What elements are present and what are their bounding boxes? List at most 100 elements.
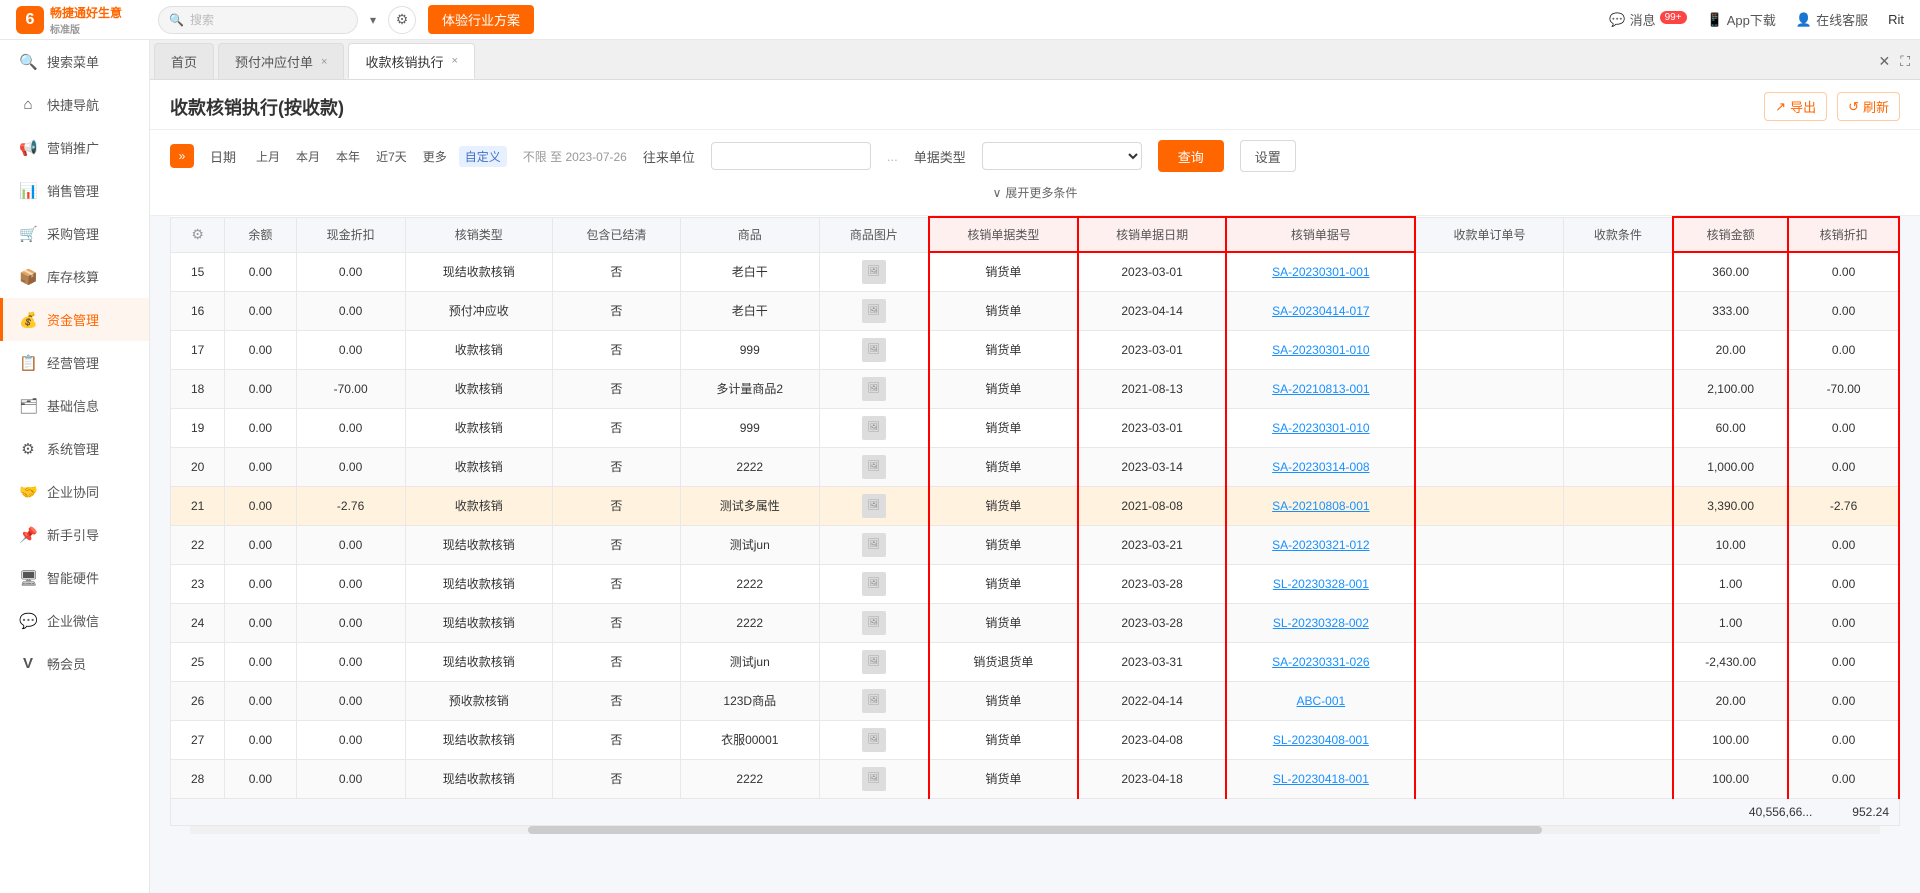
sidebar-item-business[interactable]: 📋 经营管理 [0,341,149,384]
row-product: 多计量商品2 [680,369,819,408]
row-order-no [1415,408,1563,447]
refresh-button[interactable]: ↺ 刷新 [1837,92,1900,121]
row-order-no [1415,252,1563,291]
query-button[interactable]: 查询 [1158,140,1224,172]
last-7days-option[interactable]: 近7天 [372,146,411,167]
row-report-no[interactable]: SA-20230314-008 [1226,447,1415,486]
row-report-no[interactable]: SA-20230301-010 [1226,330,1415,369]
from-unit-input[interactable] [711,142,871,170]
row-report-no[interactable]: SL-20230408-001 [1226,720,1415,759]
row-product: 2222 [680,564,819,603]
row-report-type: 销货单 [929,486,1078,525]
expand-filter-button[interactable]: ∨ 展开更多条件 [985,180,1086,205]
row-cancel-type: 现结收款核销 [405,564,552,603]
this-month-option[interactable]: 本月 [292,146,324,167]
settings-gear[interactable]: ⚙ [388,6,416,34]
sidebar-item-member[interactable]: V 畅会员 [0,642,149,685]
row-report-date: 2021-08-08 [1078,486,1227,525]
tab-close-icon[interactable]: ✕ [1878,53,1890,70]
row-cancel-amount: 2,100.00 [1673,369,1788,408]
row-cancel-amount: 20.00 [1673,330,1788,369]
business-icon: 📋 [19,354,37,372]
messages-item[interactable]: 💬 消息 99+ [1609,10,1686,29]
sidebar-item-system[interactable]: ⚙ 系统管理 [0,427,149,470]
tab-home[interactable]: 首页 [154,43,214,79]
search-dropdown[interactable]: ▾ [370,13,376,27]
sales-icon: 📊 [19,182,37,200]
row-cancel-discount: 0.00 [1788,642,1899,681]
th-cancel-amount: 核销金额 [1673,217,1788,252]
tab-cancel[interactable]: 收款核销执行 × [348,43,474,79]
more-option[interactable]: 更多 [419,146,451,167]
sidebar-item-nav[interactable]: ⌂ 快捷导航 [0,83,149,126]
row-product: 测试jun [680,525,819,564]
table-row: 17 0.00 0.00 收款核销 否 999 🖼 销货单 2023-03-01… [171,330,1900,369]
row-cash-discount: 0.00 [296,447,405,486]
row-order-no [1415,720,1563,759]
row-report-date: 2023-04-14 [1078,291,1227,330]
row-balance: 0.00 [225,252,296,291]
message-label: 消息 [1630,10,1656,29]
row-balance: 0.00 [225,681,296,720]
row-report-no[interactable]: SL-20230418-001 [1226,759,1415,798]
sidebar-item-wechat[interactable]: 💬 企业微信 [0,599,149,642]
row-report-no[interactable]: SA-20210813-001 [1226,369,1415,408]
sidebar-item-hardware[interactable]: 🖥 智能硬件 [0,556,149,599]
row-order-no [1415,681,1563,720]
column-settings-icon[interactable]: ⚙ [191,226,204,242]
sidebar-item-beginner[interactable]: 📌 新手引导 [0,513,149,556]
search-box[interactable]: 🔍 搜索 [158,6,358,34]
sidebar-item-marketing[interactable]: 📢 营销推广 [0,126,149,169]
horizontal-scrollbar[interactable] [190,826,1880,834]
filter-toggle-button[interactable]: » [170,144,194,168]
sidebar-business-label: 经营管理 [47,353,99,372]
sidebar-system-label: 系统管理 [47,439,99,458]
product-img-cell: 🖼 [819,681,929,720]
sidebar-beginner-label: 新手引导 [47,525,99,544]
row-report-date: 2021-08-13 [1078,369,1227,408]
sidebar-item-collab[interactable]: 🤝 企业协同 [0,470,149,513]
sidebar-basic-label: 基础信息 [47,396,99,415]
row-cash-discount: 0.00 [296,603,405,642]
setting-button[interactable]: 设置 [1240,140,1296,172]
sidebar-item-search[interactable]: 🔍 搜索菜单 [0,40,149,83]
row-report-no[interactable]: SL-20230328-001 [1226,564,1415,603]
th-settings[interactable]: ⚙ [171,217,225,252]
app-download-label: App下载 [1727,10,1776,29]
row-report-no[interactable]: SA-20230321-012 [1226,525,1415,564]
user-name[interactable]: Rit [1888,12,1904,27]
row-report-no[interactable]: SA-20230414-017 [1226,291,1415,330]
this-year-option[interactable]: 本年 [332,146,364,167]
scrollbar-thumb[interactable] [528,826,1542,834]
tab-cancel-close[interactable]: × [451,55,457,67]
report-type-select[interactable] [982,142,1142,170]
row-report-no[interactable]: SA-20230331-026 [1226,642,1415,681]
sidebar-item-purchase[interactable]: 🛒 采购管理 [0,212,149,255]
tab-expand-icon[interactable]: ⛶ [1900,53,1910,70]
th-product-img: 商品图片 [819,217,929,252]
export-button[interactable]: ↗ 导出 [1764,92,1827,121]
row-report-date: 2023-03-01 [1078,252,1227,291]
row-report-no[interactable]: ABC-001 [1226,681,1415,720]
row-report-no[interactable]: SA-20230301-001 [1226,252,1415,291]
last-month-option[interactable]: 上月 [252,146,284,167]
beginner-icon: 📌 [19,526,37,544]
sidebar-item-basic[interactable]: 🗂 基础信息 [0,384,149,427]
industry-solution-button[interactable]: 体验行业方案 [428,5,534,34]
from-unit-dots: ... [887,149,898,164]
row-report-no[interactable]: SL-20230328-002 [1226,603,1415,642]
sidebar-item-inventory[interactable]: 📦 库存核算 [0,255,149,298]
row-num: 25 [171,642,225,681]
app-download-item[interactable]: 📱 App下载 [1707,10,1776,29]
row-report-no[interactable]: SA-20210808-001 [1226,486,1415,525]
row-payment-term [1563,603,1673,642]
online-service-item[interactable]: 👤 在线客服 [1796,10,1868,29]
row-report-no[interactable]: SA-20230301-010 [1226,408,1415,447]
custom-option[interactable]: 自定义 [459,146,507,167]
export-icon: ↗ [1775,99,1786,115]
row-product: 测试多属性 [680,486,819,525]
sidebar-item-sales[interactable]: 📊 销售管理 [0,169,149,212]
tab-prepay-close[interactable]: × [321,56,327,68]
sidebar-item-finance[interactable]: 💰 资金管理 [0,298,149,341]
tab-prepay[interactable]: 预付冲应付单 × [218,43,344,79]
